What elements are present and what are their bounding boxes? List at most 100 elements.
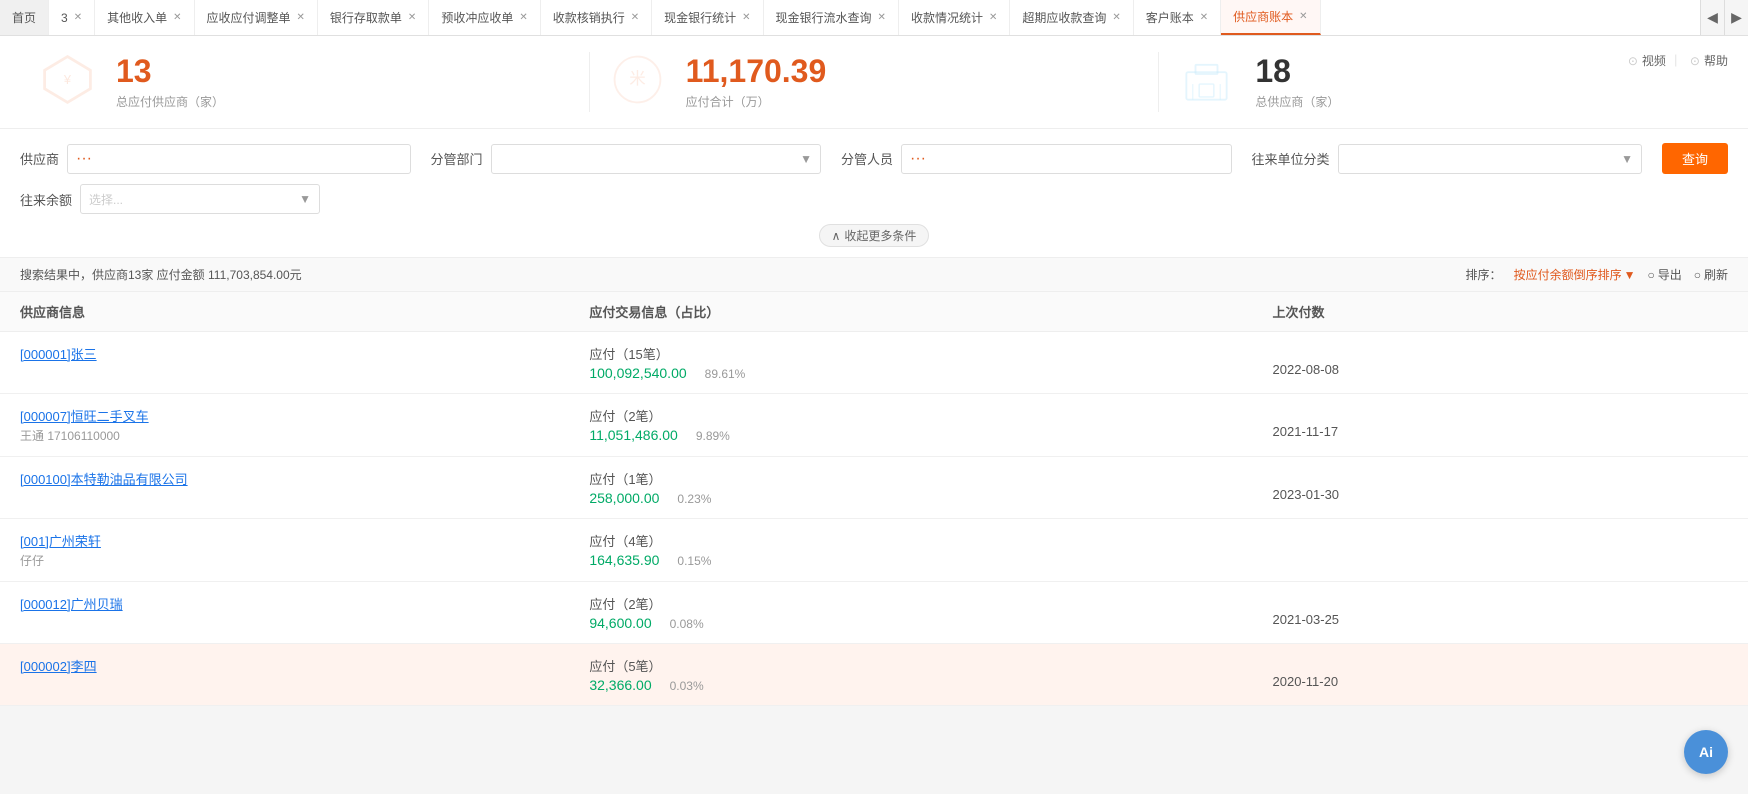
nav-other-income[interactable]: 其他收入单 ✕ [95, 0, 194, 35]
nav-collection-stat[interactable]: 收款情况统计 ✕ [899, 0, 1010, 35]
supplier-link[interactable]: [000012]广州贝瑞 [20, 594, 589, 613]
trans-amount-row: 100,092,540.00 89.61% [589, 365, 1272, 381]
nav-cash-bank-flow[interactable]: 现金银行流水查询 ✕ [764, 0, 899, 35]
chevron-down-icon3: ▼ [299, 192, 311, 206]
ai-button[interactable]: Ai [1684, 730, 1728, 774]
close-icon[interactable]: ✕ [74, 12, 82, 23]
refresh-button[interactable]: ○ 刷新 [1694, 266, 1728, 283]
balance-select[interactable]: 选择... ▼ [80, 184, 320, 214]
dept-field: 分管部门 ▼ [431, 144, 822, 174]
nav-arrow-left[interactable]: ◀ [1700, 0, 1724, 36]
supplier-link[interactable]: [000007]恒旺二手叉车 [20, 406, 589, 425]
close-icon[interactable]: ✕ [519, 12, 527, 23]
person-input-wrap[interactable]: ··· [901, 144, 1231, 174]
payable-suppliers-content: 13 总应付供应商（家） [116, 54, 224, 110]
close-icon[interactable]: ✕ [297, 12, 305, 23]
trans-amount[interactable]: 32,366.00 [589, 677, 651, 693]
search-row-1: 供应商 ··· 分管部门 ▼ 分管人员 ··· 往来单位分类 [20, 143, 1728, 174]
nav-supplier-ledger[interactable]: 供应商账本 ✕ [1221, 0, 1320, 35]
nav-customer-ledger[interactable]: 客户账本 ✕ [1134, 0, 1221, 35]
trans-percent: 0.23% [677, 492, 711, 506]
nav-bank-deposit[interactable]: 银行存取款单 ✕ [318, 0, 429, 35]
category-select[interactable]: ▼ [1338, 144, 1642, 174]
trans-label: 应付（15笔） [589, 344, 1272, 363]
export-icon: ○ [1647, 268, 1654, 282]
table-row[interactable]: [001]广州荣轩 仔仔 应付（4笔） 164,635.90 0.15% [0, 519, 1748, 582]
person-input[interactable] [930, 152, 1223, 166]
nav-bank-deposit-label: 银行存取款单 [330, 9, 402, 26]
export-button[interactable]: ○ 导出 [1647, 266, 1681, 283]
last-payment: 2023-01-30 [1273, 469, 1728, 502]
trans-amount[interactable]: 11,051,486.00 [589, 427, 678, 443]
close-icon[interactable]: ✕ [631, 12, 639, 23]
supplier-link[interactable]: [000100]本特勒油品有限公司 [20, 469, 589, 488]
balance-field: 往来余额 选择... ▼ [20, 184, 320, 214]
trans-amount[interactable]: 94,600.00 [589, 615, 651, 631]
trans-percent: 0.15% [677, 554, 711, 568]
trans-label: 应付（1笔） [589, 469, 1272, 488]
nav-home[interactable]: 首页 [0, 0, 49, 35]
collapse-label: 收起更多条件 [844, 227, 916, 244]
total-suppliers-number: 18 [1255, 54, 1339, 89]
supplier-link[interactable]: [000002]李四 [20, 656, 589, 675]
supplier-link[interactable]: [001]广州荣轩 [20, 531, 589, 550]
collapse-button[interactable]: ∧ 收起更多条件 [819, 224, 930, 247]
table-row[interactable]: [000007]恒旺二手叉车 王通 17106110000 应付（2笔） 11,… [0, 394, 1748, 457]
trans-amount[interactable]: 258,000.00 [589, 490, 659, 506]
collapse-up-icon: ∧ [832, 229, 841, 243]
supplier-link[interactable]: [000001]张三 [20, 344, 589, 363]
table-row[interactable]: [000012]广州贝瑞 应付（2笔） 94,600.00 0.08% 2021… [0, 582, 1748, 644]
table-row[interactable]: [000100]本特勒油品有限公司 应付（1笔） 258,000.00 0.23… [0, 457, 1748, 519]
nav-arrows: ◀ ▶ [1700, 0, 1748, 36]
close-icon[interactable]: ✕ [1200, 12, 1208, 23]
nav-tab3[interactable]: 3 ✕ [49, 0, 95, 35]
query-button[interactable]: 查询 [1662, 143, 1728, 174]
supplier-info: [000001]张三 [20, 344, 589, 363]
trans-amount[interactable]: 164,635.90 [589, 552, 659, 568]
supplier-dots-icon: ··· [76, 150, 92, 168]
circle-icon: ⊙ [1628, 54, 1638, 68]
table-row[interactable]: [000001]张三 应付（15笔） 100,092,540.00 89.61%… [0, 332, 1748, 394]
nav-overdue-ar[interactable]: 超期应收款查询 ✕ [1010, 0, 1133, 35]
dept-select[interactable]: ▼ [491, 144, 821, 174]
nav-customer-ledger-label: 客户账本 [1146, 9, 1194, 26]
nav-cash-bank-stat[interactable]: 现金银行统计 ✕ [652, 0, 763, 35]
help-link[interactable]: 帮助 [1704, 52, 1728, 69]
close-icon[interactable]: ✕ [408, 12, 416, 23]
supplier-input-wrap[interactable]: ··· [67, 144, 410, 174]
chevron-down-icon: ▼ [800, 152, 812, 166]
supplier-sub: 仔仔 [20, 552, 589, 569]
sort-select[interactable]: 按应付余额倒序排序 ▼ [1514, 266, 1636, 283]
svg-text:米: 米 [629, 69, 646, 88]
nav-ar-ap-adjust[interactable]: 应收应付调整单 ✕ [195, 0, 318, 35]
payable-suppliers-icon: ¥ [40, 52, 100, 112]
trans-amount-row: 258,000.00 0.23% [589, 490, 1272, 506]
nav-prepay-ar-label: 预收冲应收单 [441, 9, 513, 26]
video-link[interactable]: 视频 [1642, 52, 1666, 69]
nav-supplier-ledger-label: 供应商账本 [1233, 8, 1293, 25]
dept-label: 分管部门 [431, 149, 483, 168]
nav-collection-stat-label: 收款情况统计 [911, 9, 983, 26]
header-supplier: 供应商信息 [20, 302, 589, 321]
close-icon[interactable]: ✕ [1299, 11, 1307, 22]
close-icon[interactable]: ✕ [1112, 12, 1120, 23]
table-row[interactable]: [000002]李四 应付（5笔） 32,366.00 0.03% 2020-1… [0, 644, 1748, 706]
nav-collection-exec[interactable]: 收款核销执行 ✕ [541, 0, 652, 35]
ap-total-label: 应付合计（万） [686, 93, 827, 110]
close-icon[interactable]: ✕ [989, 12, 997, 23]
nav-cash-bank-stat-label: 现金银行统计 [664, 9, 736, 26]
supplier-input[interactable] [96, 152, 402, 166]
nav-prepay-ar[interactable]: 预收冲应收单 ✕ [429, 0, 540, 35]
nav-tab3-label: 3 [61, 11, 68, 25]
export-label: 导出 [1658, 266, 1682, 283]
sort-value: 按应付余额倒序排序 [1514, 266, 1622, 283]
nav-home-label: 首页 [12, 9, 36, 26]
header-last-payment: 上次付数 [1273, 302, 1728, 321]
trans-amount-row: 32,366.00 0.03% [589, 677, 1272, 693]
trans-amount[interactable]: 100,092,540.00 [589, 365, 686, 381]
refresh-icon: ○ [1694, 268, 1701, 282]
close-icon[interactable]: ✕ [878, 12, 886, 23]
nav-arrow-right[interactable]: ▶ [1724, 0, 1748, 36]
close-icon[interactable]: ✕ [742, 12, 750, 23]
close-icon[interactable]: ✕ [173, 12, 181, 23]
